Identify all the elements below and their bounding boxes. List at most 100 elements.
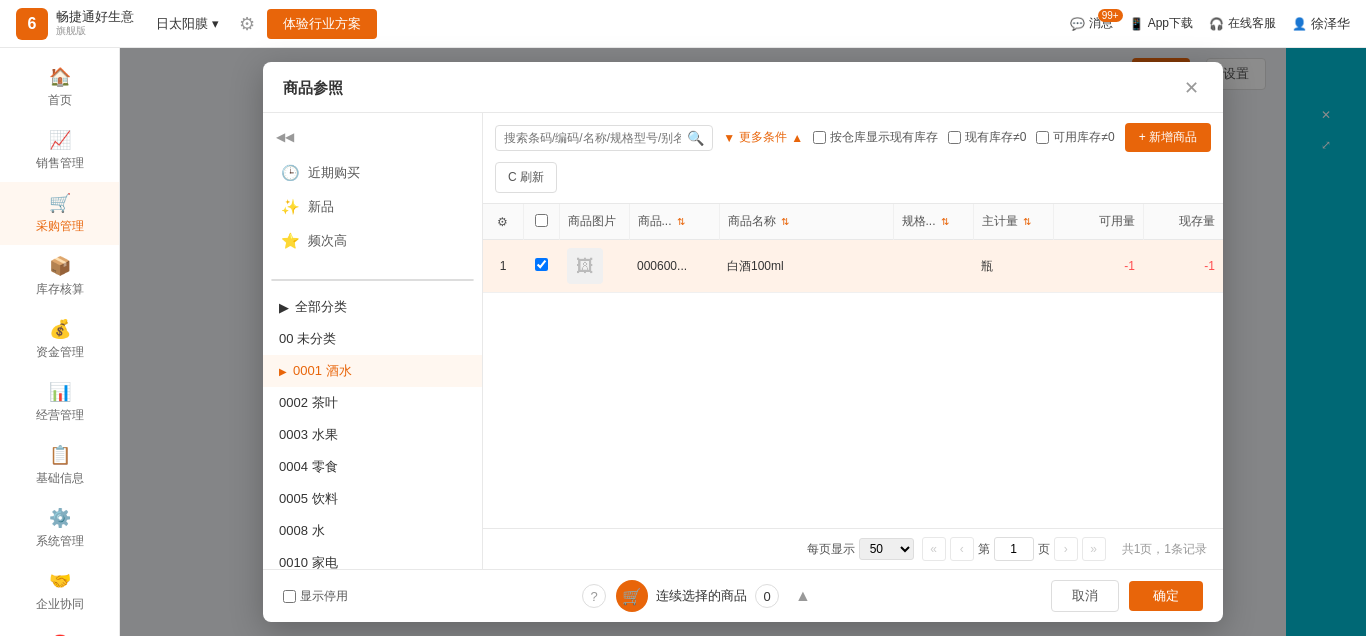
checkbox-current-stock-label: 现有库存≠0 [965, 129, 1026, 146]
sidebar-item-sales[interactable]: 📈 销售管理 [0, 119, 119, 182]
sidebar-label-operations: 经营管理 [36, 407, 84, 424]
quick-tab-frequent[interactable]: ⭐ 频次高 [271, 225, 474, 257]
product-search-icon[interactable]: 🔍 [687, 130, 704, 146]
arrow-icon-liquor: ▶ [279, 366, 287, 377]
user-icon: 👤 [1292, 17, 1307, 31]
row-checkbox[interactable] [535, 258, 548, 271]
confirm-button[interactable]: 确定 [1129, 581, 1203, 611]
per-page-label: 每页显示 [807, 541, 855, 558]
user-avatar-area[interactable]: 👤 徐泽华 [1292, 15, 1350, 33]
refresh-button[interactable]: C 刷新 [495, 162, 557, 193]
checkbox-by-warehouse[interactable]: 按仓库显示现有库存 [813, 129, 938, 146]
checkbox-available-stock-input[interactable] [1036, 131, 1049, 144]
sidebar-item-system[interactable]: ⚙️ 系统管理 [0, 497, 119, 560]
product-search-input[interactable] [504, 131, 681, 145]
category-label-all: 全部分类 [295, 298, 347, 316]
cart-button[interactable]: 🛒 [616, 580, 648, 612]
category-item-water[interactable]: 0008 水 [263, 515, 482, 547]
category-search-input[interactable] [272, 279, 440, 281]
checkbox-by-warehouse-input[interactable] [813, 131, 826, 144]
select-all-checkbox[interactable] [535, 214, 548, 227]
prev-page-button[interactable]: ‹ [950, 537, 974, 561]
checkbox-by-warehouse-label: 按仓库显示现有库存 [830, 129, 938, 146]
headphone-icon: 🎧 [1209, 17, 1224, 31]
category-item-appliance[interactable]: 0010 家电 [263, 547, 482, 569]
checkbox-current-stock[interactable]: 现有库存≠0 [948, 129, 1026, 146]
sidebar-item-finance[interactable]: 💰 资金管理 [0, 308, 119, 371]
td-check[interactable] [523, 240, 559, 293]
filter-label: 更多条件 [739, 129, 787, 146]
sidebar-item-guide[interactable]: 🎯 新手引导 [0, 623, 119, 636]
modal-overlay: 商品参照 ✕ ◀◀ 🕒 近期购买 [120, 48, 1366, 636]
nav-selector-label: 日太阳膜 [156, 15, 208, 33]
quick-tab-recent[interactable]: 🕒 近期购买 [271, 157, 474, 189]
sidebar-item-enterprise[interactable]: 🤝 企业协同 [0, 560, 119, 623]
category-label-uncategorized: 00 未分类 [279, 330, 336, 348]
td-code: 000600... [629, 240, 719, 293]
chevron-down-icon: ▾ [212, 16, 219, 31]
th-stock[interactable]: 现存量 [1143, 204, 1223, 240]
app-download-nav-item[interactable]: 📱 App下载 [1129, 15, 1193, 32]
enterprise-icon: 🤝 [49, 570, 71, 592]
collapse-up-button[interactable]: ▲ [789, 585, 817, 607]
th-spec[interactable]: 规格... ⇅ [893, 204, 973, 240]
collapse-left-button[interactable]: ◀◀ [275, 127, 295, 147]
online-service-nav-item[interactable]: 🎧 在线客服 [1209, 15, 1276, 32]
trial-button[interactable]: 体验行业方案 [267, 9, 377, 39]
th-code[interactable]: 商品... ⇅ [629, 204, 719, 240]
show-disabled-input[interactable] [283, 590, 296, 603]
category-item-fruit[interactable]: 0003 水果 [263, 419, 482, 451]
category-item-uncategorized[interactable]: 00 未分类 [263, 323, 482, 355]
help-icon[interactable]: ? [582, 584, 606, 608]
modal-close-button[interactable]: ✕ [1179, 76, 1203, 100]
category-item-liquor[interactable]: ▶ 0001 酒水 [263, 355, 482, 387]
arrow-icon-all: ▶ [279, 300, 289, 315]
inventory-icon: 📦 [49, 255, 71, 277]
checkbox-available-stock[interactable]: 可用库存≠0 [1036, 129, 1114, 146]
cart-label: 连续选择的商品 [656, 587, 747, 605]
settings-icon[interactable]: ⚙ [239, 13, 255, 35]
modal-footer: 显示停用 ? 🛒 连续选择的商品 0 ▲ 取消 确定 [263, 569, 1223, 622]
sidebar-item-home[interactable]: 🏠 首页 [0, 56, 119, 119]
table-row[interactable]: 1 🖼 000600... 白酒100ml [483, 240, 1223, 293]
category-label-liquor: 0001 酒水 [293, 362, 352, 380]
message-icon: 💬 [1070, 17, 1085, 31]
th-available[interactable]: 可用量 [1053, 204, 1143, 240]
category-label-water: 0008 水 [279, 522, 325, 540]
product-table-body: 1 🖼 000600... 白酒100ml [483, 240, 1223, 293]
sidebar-item-purchase[interactable]: 🛒 采购管理 [0, 182, 119, 245]
category-item-snack[interactable]: 0004 零食 [263, 451, 482, 483]
sidebar-item-inventory[interactable]: 📦 库存核算 [0, 245, 119, 308]
th-settings[interactable]: ⚙ [483, 204, 523, 240]
th-unit[interactable]: 主计量 ⇅ [973, 204, 1053, 240]
company-name: 畅捷通好生意 [56, 9, 134, 25]
category-search-button[interactable]: 🔍 [440, 279, 473, 281]
show-disabled-checkbox[interactable]: 显示停用 [283, 588, 348, 605]
cancel-button[interactable]: 取消 [1051, 580, 1119, 612]
sort-icon-spec: ⇅ [941, 216, 949, 227]
sidebar-item-operations[interactable]: 📊 经营管理 [0, 371, 119, 434]
category-label-tea: 0002 茶叶 [279, 394, 338, 412]
category-item-beverage[interactable]: 0005 饮料 [263, 483, 482, 515]
more-filter-button[interactable]: ▼ 更多条件 ▲ [723, 129, 803, 146]
nav-selector[interactable]: 日太阳膜 ▾ [148, 11, 227, 37]
category-label-snack: 0004 零食 [279, 458, 338, 476]
sidebar-label-sales: 销售管理 [36, 155, 84, 172]
first-page-button[interactable]: « [922, 537, 946, 561]
product-search-box: 🔍 [495, 125, 713, 151]
page-suffix: 页 [1038, 541, 1050, 558]
message-nav-item[interactable]: 💬 消息 99+ [1070, 15, 1113, 32]
sidebar: 🏠 首页 📈 销售管理 🛒 采购管理 📦 库存核算 💰 资金管理 📊 经营管理 … [0, 48, 120, 636]
last-page-button[interactable]: » [1082, 537, 1106, 561]
category-item-all[interactable]: ▶ 全部分类 [263, 291, 482, 323]
sidebar-item-basicinfo[interactable]: 📋 基础信息 [0, 434, 119, 497]
next-page-button[interactable]: › [1054, 537, 1078, 561]
th-name[interactable]: 商品名称 ⇅ [719, 204, 893, 240]
page-number-input[interactable] [994, 537, 1034, 561]
quick-tab-new[interactable]: ✨ 新品 [271, 191, 474, 223]
category-item-tea[interactable]: 0002 茶叶 [263, 387, 482, 419]
add-product-button[interactable]: + 新增商品 [1125, 123, 1211, 152]
th-stock-label: 现存量 [1179, 214, 1215, 228]
checkbox-current-stock-input[interactable] [948, 131, 961, 144]
per-page-select[interactable]: 50 10 20 100 [859, 538, 914, 560]
